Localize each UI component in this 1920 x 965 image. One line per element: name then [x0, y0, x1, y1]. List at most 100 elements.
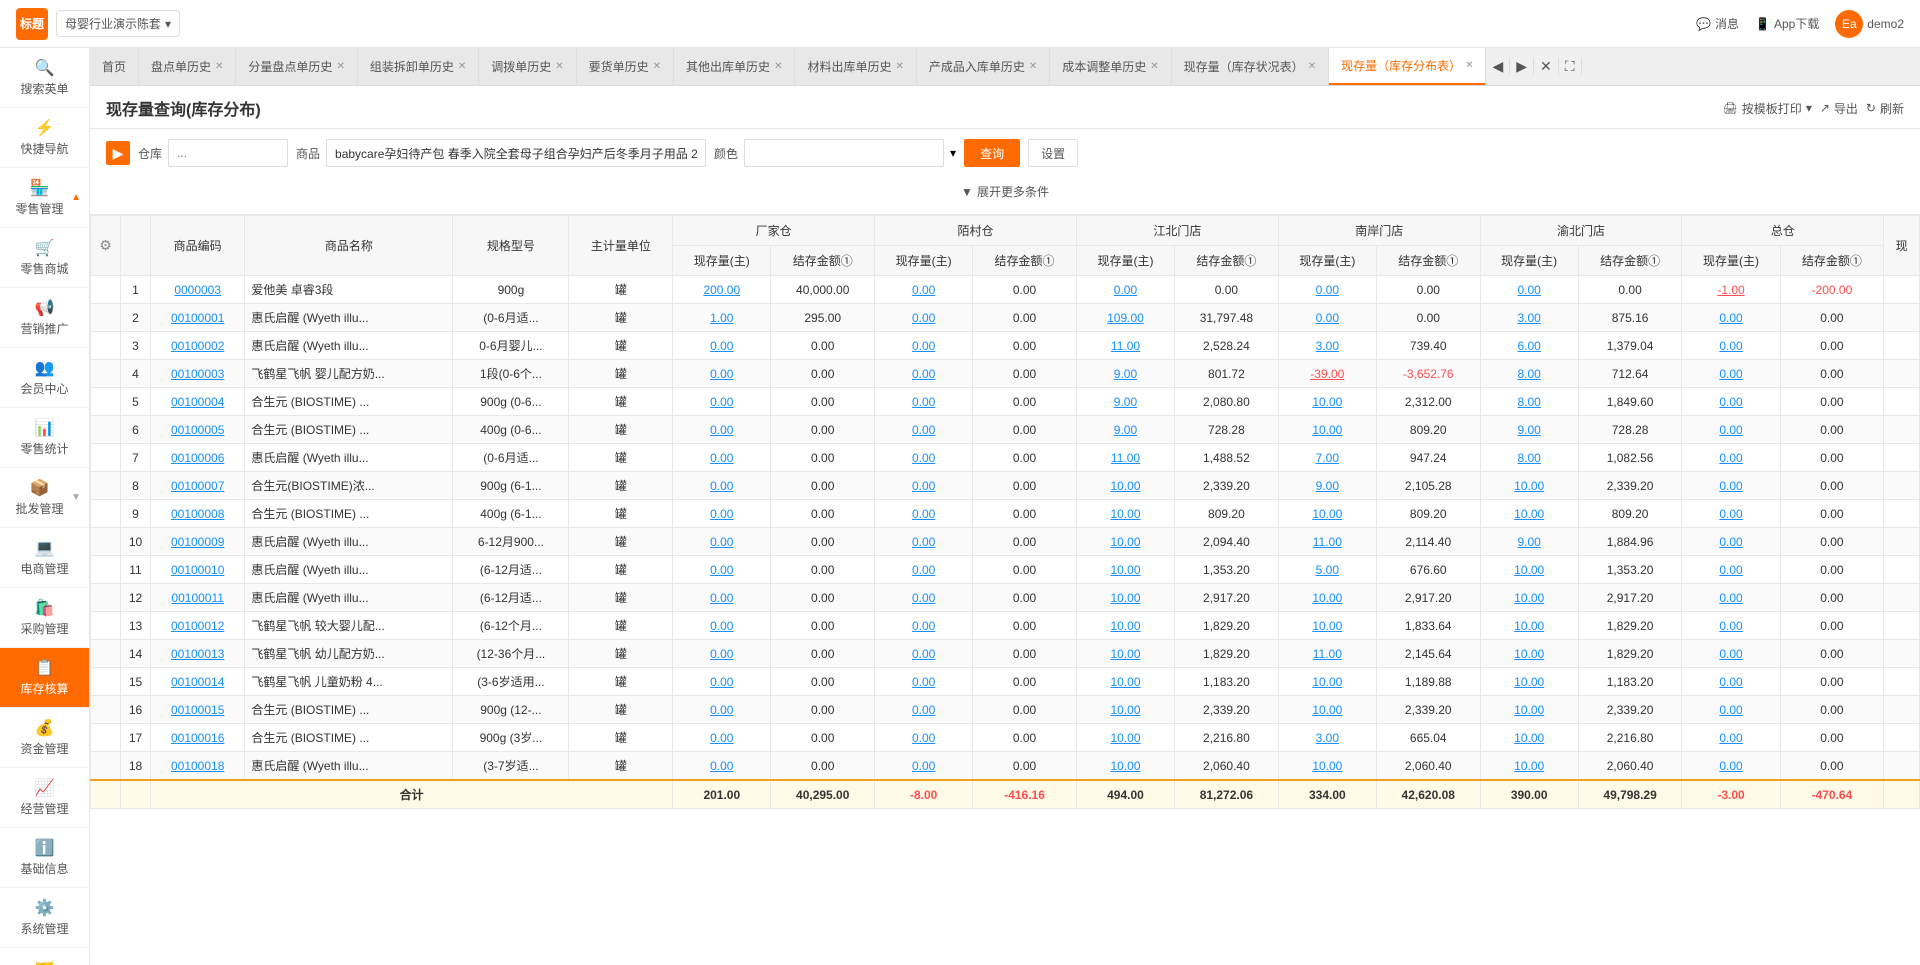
row-code[interactable]: 00100013 [151, 640, 245, 668]
tab-expand-btn[interactable]: ⛶ [1559, 58, 1582, 75]
row-m-qty[interactable]: 0.00 [875, 556, 973, 584]
row-jb-qty[interactable]: 10.00 [1076, 696, 1174, 724]
warehouse-input[interactable] [168, 139, 288, 167]
row-jb-qty[interactable]: 10.00 [1076, 640, 1174, 668]
row-nb-qty[interactable]: 9.00 [1278, 472, 1376, 500]
tab-sub-inventory[interactable]: 分量盘点单历史 ✕ [236, 48, 357, 85]
row-nb-qty[interactable]: -39.00 [1278, 360, 1376, 388]
sidebar-item-operation[interactable]: 📈 经营管理 [0, 768, 89, 828]
row-jb-qty[interactable]: 9.00 [1076, 416, 1174, 444]
filter-expand-btn[interactable]: ▶ [106, 141, 130, 165]
row-yb-qty[interactable]: 10.00 [1480, 500, 1578, 528]
sidebar-item-nav[interactable]: ⚡ 快捷导航 [0, 108, 89, 168]
row-code[interactable]: 00100014 [151, 668, 245, 696]
row-jb-qty[interactable]: 10.00 [1076, 500, 1174, 528]
row-f-qty[interactable]: 0.00 [673, 332, 771, 360]
row-f-qty[interactable]: 0.00 [673, 388, 771, 416]
row-code[interactable]: 00100003 [151, 360, 245, 388]
tab-close-icon[interactable]: ✕ [336, 61, 344, 72]
row-total-qty[interactable]: 0.00 [1682, 416, 1780, 444]
row-jb-qty[interactable]: 10.00 [1076, 556, 1174, 584]
row-code[interactable]: 0000003 [151, 276, 245, 304]
row-total-qty[interactable]: 0.00 [1682, 640, 1780, 668]
print-btn[interactable]: 🖨 按模板打印 ▾ [1723, 100, 1812, 117]
col-settings-header[interactable]: ⚙ [91, 216, 121, 276]
row-f-qty[interactable]: 0.00 [673, 416, 771, 444]
row-jb-qty[interactable]: 10.00 [1076, 752, 1174, 781]
row-jb-qty[interactable]: 10.00 [1076, 528, 1174, 556]
row-total-qty[interactable]: 0.00 [1682, 584, 1780, 612]
row-m-qty[interactable]: 0.00 [875, 668, 973, 696]
row-f-qty[interactable]: 0.00 [673, 444, 771, 472]
row-total-qty[interactable]: 0.00 [1682, 500, 1780, 528]
sidebar-item-ecommerce[interactable]: 💻 电商管理 [0, 528, 89, 588]
row-f-qty[interactable]: 0.00 [673, 528, 771, 556]
row-nb-qty[interactable]: 3.00 [1278, 724, 1376, 752]
tab-transfer[interactable]: 调拨单历史 ✕ [479, 48, 576, 85]
row-m-qty[interactable]: 0.00 [875, 584, 973, 612]
row-nb-qty[interactable]: 10.00 [1278, 416, 1376, 444]
row-f-qty[interactable]: 0.00 [673, 556, 771, 584]
tab-close-icon[interactable]: ✕ [1308, 61, 1316, 72]
tab-close-icon[interactable]: ✕ [458, 61, 466, 72]
row-nb-qty[interactable]: 10.00 [1278, 584, 1376, 612]
tab-cost-adjust[interactable]: 成本调整单历史 ✕ [1050, 48, 1171, 85]
row-f-qty[interactable]: 0.00 [673, 724, 771, 752]
row-m-qty[interactable]: 0.00 [875, 444, 973, 472]
tab-stock-status[interactable]: 现存量（库存状况表） ✕ [1172, 48, 1329, 85]
row-total-qty[interactable]: 0.00 [1682, 696, 1780, 724]
tab-order[interactable]: 要货单历史 ✕ [577, 48, 674, 85]
row-m-qty[interactable]: 0.00 [875, 388, 973, 416]
color-input[interactable] [744, 139, 944, 167]
row-m-qty[interactable]: 0.00 [875, 304, 973, 332]
sidebar-item-enterprise[interactable]: 🤝 企业协同 [0, 948, 89, 965]
row-m-qty[interactable]: 0.00 [875, 360, 973, 388]
tab-close-icon[interactable]: ✕ [555, 61, 563, 72]
row-code[interactable]: 00100011 [151, 584, 245, 612]
row-total-qty[interactable]: 0.00 [1682, 528, 1780, 556]
row-f-qty[interactable]: 200.00 [673, 276, 771, 304]
row-yb-qty[interactable]: 10.00 [1480, 752, 1578, 781]
row-total-qty[interactable]: 0.00 [1682, 388, 1780, 416]
row-f-qty[interactable]: 0.00 [673, 668, 771, 696]
row-m-qty[interactable]: 0.00 [875, 332, 973, 360]
row-f-qty[interactable]: 0.00 [673, 360, 771, 388]
row-nb-qty[interactable]: 10.00 [1278, 668, 1376, 696]
sidebar-item-basic[interactable]: ℹ️ 基础信息 [0, 828, 89, 888]
row-total-qty[interactable]: 0.00 [1682, 752, 1780, 781]
col-settings-icon[interactable]: ⚙ [99, 237, 112, 253]
refresh-btn[interactable]: ↻ 刷新 [1866, 100, 1904, 117]
row-yb-qty[interactable]: 0.00 [1480, 276, 1578, 304]
row-m-qty[interactable]: 0.00 [875, 416, 973, 444]
row-nb-qty[interactable]: 10.00 [1278, 696, 1376, 724]
row-code[interactable]: 00100002 [151, 332, 245, 360]
tab-home[interactable]: 首页 [90, 48, 139, 85]
tab-close-icon[interactable]: ✕ [215, 61, 223, 72]
row-m-qty[interactable]: 0.00 [875, 696, 973, 724]
sidebar-item-marketing[interactable]: 📢 营销推广 [0, 288, 89, 348]
row-jb-qty[interactable]: 10.00 [1076, 472, 1174, 500]
row-nb-qty[interactable]: 10.00 [1278, 388, 1376, 416]
tab-assemble[interactable]: 组装拆卸单历史 ✕ [358, 48, 479, 85]
sidebar-item-retail-stats[interactable]: 📊 零售统计 [0, 408, 89, 468]
row-jb-qty[interactable]: 9.00 [1076, 360, 1174, 388]
industry-selector[interactable]: 母婴行业演示陈套 ▾ [56, 10, 180, 37]
row-m-qty[interactable]: 0.00 [875, 752, 973, 781]
row-f-qty[interactable]: 1.00 [673, 304, 771, 332]
row-yb-qty[interactable]: 10.00 [1480, 584, 1578, 612]
row-nb-qty[interactable]: 7.00 [1278, 444, 1376, 472]
sidebar-item-mall[interactable]: 🛒 零售商城 [0, 228, 89, 288]
tab-next-btn[interactable]: ▶ [1510, 58, 1534, 75]
row-code[interactable]: 00100018 [151, 752, 245, 781]
tab-close-icon[interactable]: ✕ [653, 61, 661, 72]
row-yb-qty[interactable]: 8.00 [1480, 388, 1578, 416]
row-f-qty[interactable]: 0.00 [673, 696, 771, 724]
row-jb-qty[interactable]: 10.00 [1076, 724, 1174, 752]
sidebar-item-finance[interactable]: 💰 资金管理 [0, 708, 89, 768]
row-jb-qty[interactable]: 10.00 [1076, 612, 1174, 640]
row-yb-qty[interactable]: 10.00 [1480, 724, 1578, 752]
tab-close-icon[interactable]: ✕ [895, 61, 903, 72]
sidebar-item-retail-manage[interactable]: 🏪 零售管理 ▲ [0, 168, 89, 228]
row-yb-qty[interactable]: 10.00 [1480, 640, 1578, 668]
tab-prev-btn[interactable]: ◀ [1486, 58, 1510, 75]
